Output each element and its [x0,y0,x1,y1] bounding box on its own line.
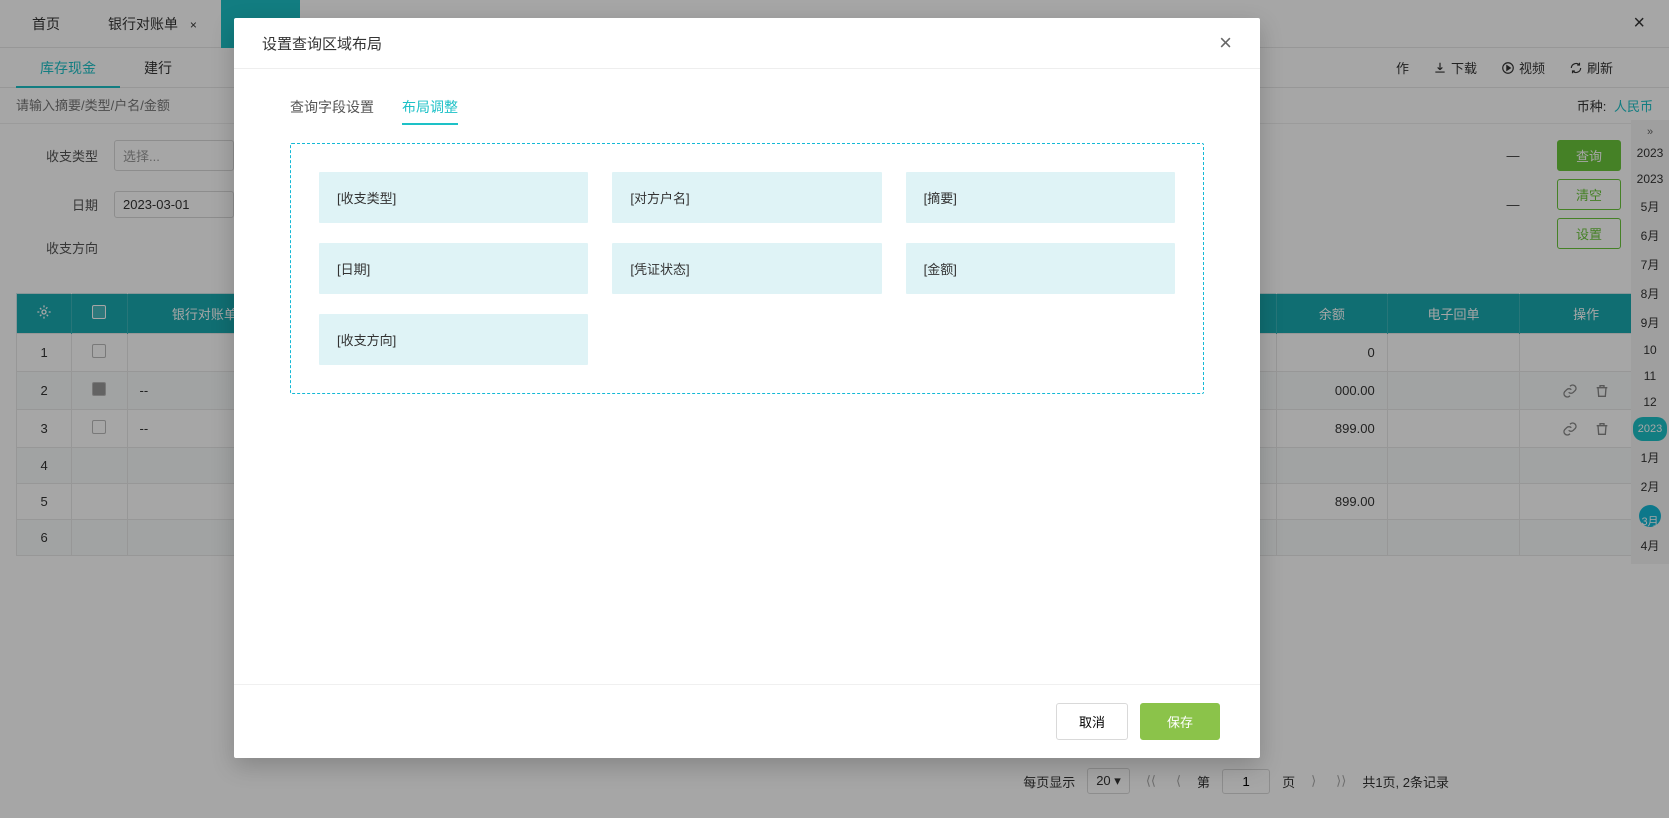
modal: 设置查询区域布局 × 查询字段设置 布局调整 [收支类型][对方户名][摘要][… [234,18,1260,758]
modal-tabs: 查询字段设置 布局调整 [290,91,1204,125]
drag-item[interactable]: [金额] [906,243,1175,294]
drag-area: [收支类型] [对方户名] [摘要] [日期] [凭证状态] [金额] [收支方向] [290,143,1204,394]
drag-item[interactable]: [摘要] [906,172,1175,223]
drag-item[interactable]: [日期] [319,243,588,294]
drag-item[interactable]: [收支方向] [319,314,588,365]
drag-item[interactable]: [对方户名] [612,172,881,223]
cancel-button[interactable]: 取消 [1056,703,1128,740]
drag-item[interactable]: [收支类型] [319,172,588,223]
save-button[interactable]: 保存 [1140,703,1220,740]
modal-close-icon[interactable]: × [1219,32,1232,54]
modal-body: 查询字段设置 布局调整 [收支类型] [对方户名] [摘要] [日期] [凭证状态] [金… [234,69,1260,684]
modal-tab-layout[interactable]: 布局调整 [402,91,458,125]
modal-tab-fields[interactable]: 查询字段设置 [290,91,374,125]
drag-item[interactable]: [凭证状态] [612,243,881,294]
modal-footer: 取消 保存 [234,684,1260,758]
modal-title: 设置查询区域布局 [262,33,382,54]
modal-header: 设置查询区域布局 × [234,18,1260,69]
